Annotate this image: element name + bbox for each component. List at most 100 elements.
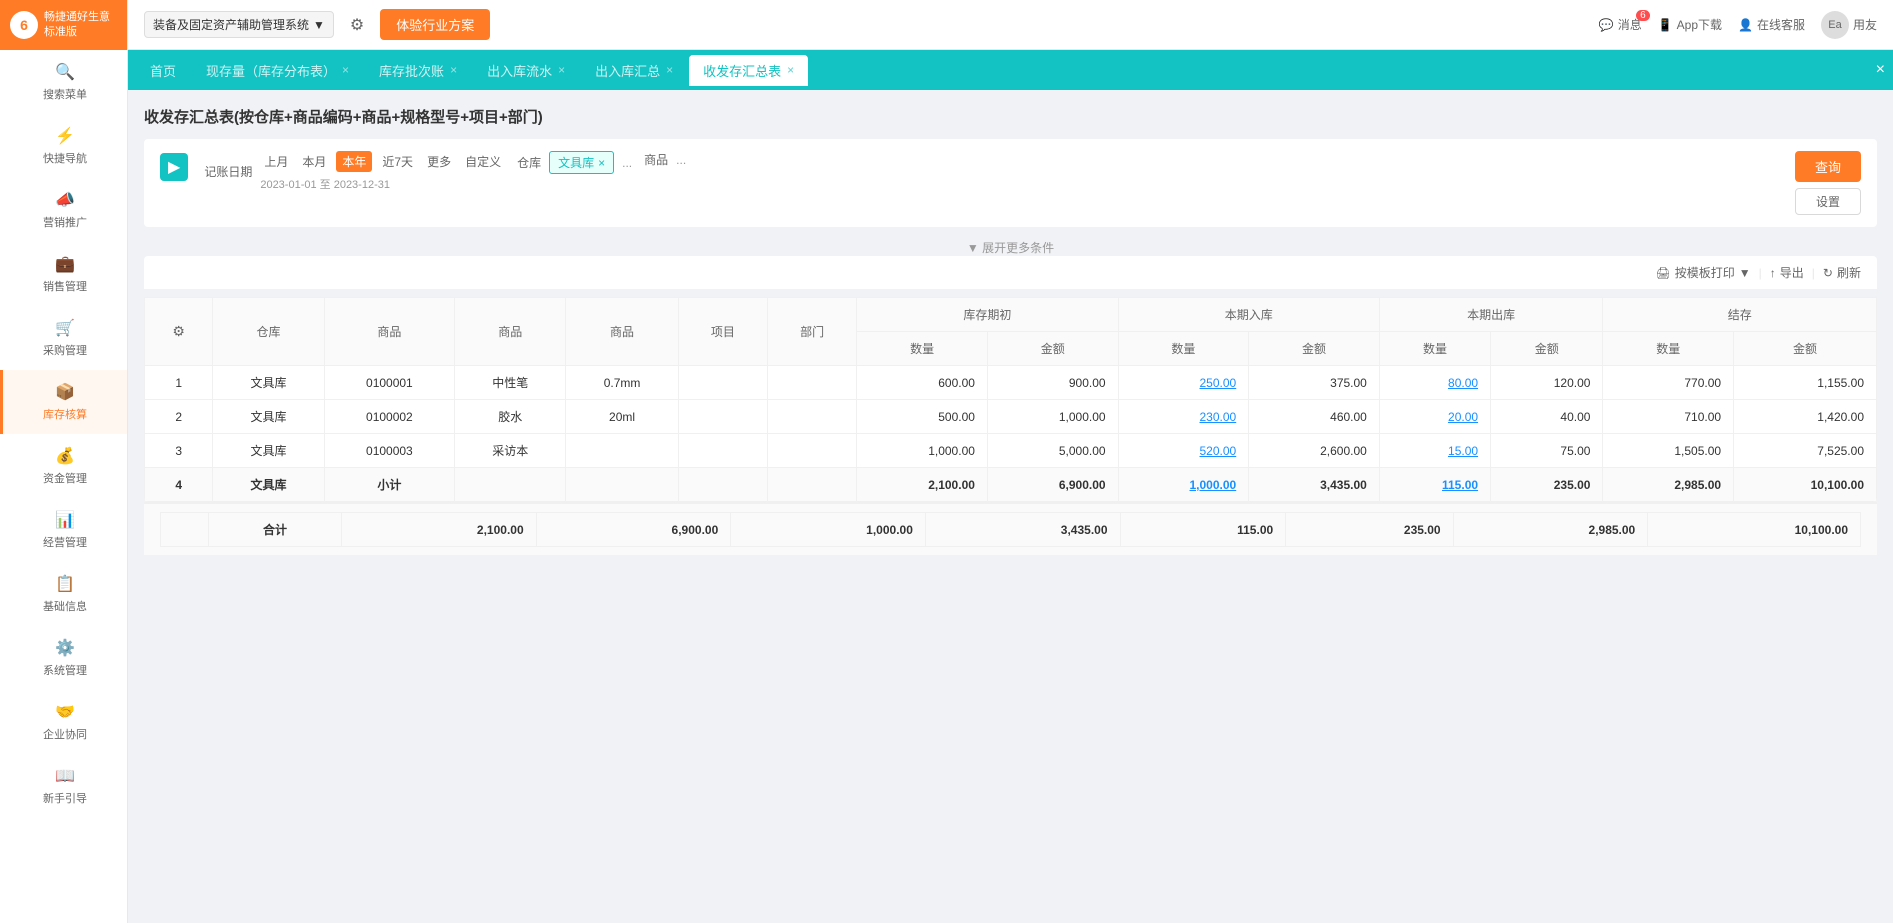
col-in-qty-header: 数量 (1118, 332, 1249, 366)
sidebar: 6 畅捷通好生意 标准版 🔍 搜索菜单 ⚡ 快捷导航 📣 营销推广 💼 销售管理 (0, 0, 128, 923)
sidebar-item-search[interactable]: 🔍 搜索菜单 (0, 50, 127, 114)
subtotal-empty4 (768, 468, 857, 502)
sidebar-item-purchase[interactable]: 🛒 采购管理 (0, 306, 127, 370)
subtotal-in-amount: 3,435.00 (1249, 468, 1380, 502)
col-out-amount-header: 金额 (1491, 332, 1603, 366)
warehouse-label: 仓库 (517, 154, 541, 171)
subtotal-in-qty[interactable]: 1,000.00 (1118, 468, 1249, 502)
service-icon: 👤 (1738, 18, 1753, 32)
col-department-header: 部门 (768, 298, 857, 366)
date-btn-this-year[interactable]: 本年 (336, 151, 372, 172)
date-btn-this-month[interactable]: 本月 (298, 151, 330, 172)
message-action[interactable]: 💬 消息 6 (1599, 16, 1642, 33)
row3-out-qty[interactable]: 15.00 (1379, 434, 1490, 468)
user-action[interactable]: Ea 用友 (1821, 11, 1877, 39)
subtotal-label: 小计 (324, 468, 455, 502)
close-tab-in-out-flow[interactable]: × (558, 63, 565, 77)
date-btn-7days[interactable]: 近7天 (378, 151, 417, 172)
warehouse-tag[interactable]: 文具库 × (549, 151, 614, 174)
warehouse-filter-group: 仓库 文具库 × ... (517, 151, 632, 174)
finance-icon: 💰 (55, 446, 75, 466)
sidebar-item-system[interactable]: ⚙️ 系统管理 (0, 626, 127, 690)
close-tab-recv-send-summary[interactable]: × (787, 63, 794, 77)
query-button[interactable]: 查询 (1795, 151, 1861, 182)
filter-section: ▶ 记账日期 上月 本月 本年 近7天 更多 自定义 (144, 139, 1877, 227)
export-icon: ↑ (1770, 266, 1776, 280)
tab-recv-send-summary[interactable]: 收发存汇总表 × (689, 55, 808, 86)
close-tab-in-out-summary[interactable]: × (666, 63, 673, 77)
row3-goods-spec (566, 434, 678, 468)
col-group-out: 本期出库 (1379, 298, 1603, 332)
sidebar-item-cooperation[interactable]: 🤝 企业协同 (0, 690, 127, 754)
sidebar-item-sales[interactable]: 💼 销售管理 (0, 242, 127, 306)
date-btn-last-month[interactable]: 上月 (260, 151, 292, 172)
subtotal-warehouse: 文具库 (213, 468, 324, 502)
tab-inventory-dist[interactable]: 现存量（库存分布表） × (192, 55, 363, 86)
online-service-action[interactable]: 👤 在线客服 (1738, 16, 1805, 33)
sidebar-item-guide[interactable]: 📖 新手引导 (0, 754, 127, 818)
subtotal-out-qty[interactable]: 115.00 (1379, 468, 1490, 502)
column-settings-icon[interactable]: ⚙ (172, 323, 185, 339)
subtotal-no: 4 (145, 468, 213, 502)
sidebar-item-finance[interactable]: 💰 资金管理 (0, 434, 127, 498)
warehouse-more-btn[interactable]: ... (622, 156, 632, 170)
system-selector[interactable]: 装备及固定资产辅助管理系统 ▼ (144, 11, 334, 38)
expand-more-conditions-button[interactable]: ▼ 展开更多条件 (967, 239, 1054, 256)
goods-more-btn[interactable]: ... (676, 153, 686, 167)
date-btn-custom[interactable]: 自定义 (461, 151, 505, 172)
chevron-down-icon: ▼ (967, 241, 979, 255)
date-range-display: 2023-01-01 至 2023-12-31 (260, 176, 505, 192)
row2-opening-amount: 1,000.00 (987, 400, 1118, 434)
date-label: 记账日期 (204, 163, 252, 180)
total-in-qty: 1,000.00 (731, 513, 926, 547)
export-button[interactable]: ↑ 导出 (1770, 264, 1804, 281)
col-goods-code-header: 商品 (324, 298, 455, 366)
date-btn-more[interactable]: 更多 (423, 151, 455, 172)
row2-project (678, 400, 767, 434)
gear-button[interactable]: ⚙ (350, 15, 364, 35)
sidebar-item-marketing[interactable]: 📣 营销推广 (0, 178, 127, 242)
row3-in-qty[interactable]: 520.00 (1118, 434, 1249, 468)
sidebar-item-operation[interactable]: 📊 经营管理 (0, 498, 127, 562)
close-tab-inventory-dist[interactable]: × (342, 63, 349, 77)
try-industry-button[interactable]: 体验行业方案 (380, 9, 490, 40)
base-info-icon: 📋 (55, 574, 75, 594)
tab-in-out-summary[interactable]: 出入库汇总 × (581, 55, 687, 86)
row2-out-qty[interactable]: 20.00 (1379, 400, 1490, 434)
row1-in-amount: 375.00 (1249, 366, 1380, 400)
filter-settings-button[interactable]: 设置 (1795, 188, 1861, 215)
date-filter-group: 记账日期 上月 本月 本年 近7天 更多 自定义 2023-01-01 至 20… (204, 151, 505, 192)
main-content: 装备及固定资产辅助管理系统 ▼ ⚙ 体验行业方案 💬 消息 6 📱 App下载 … (128, 0, 1893, 923)
tab-batch-ledger-label: 库存批次账 (379, 61, 444, 80)
tab-home[interactable]: 首页 (136, 55, 190, 86)
logo-icon: 6 (10, 11, 38, 39)
online-service-label: 在线客服 (1757, 16, 1805, 33)
page-title: 收发存汇总表(按仓库+商品编码+商品+规格型号+项目+部门) (144, 106, 1877, 127)
app-download-action[interactable]: 📱 App下载 (1658, 16, 1722, 33)
warehouse-tag-close[interactable]: × (598, 156, 605, 170)
toolbar-divider: | (1759, 266, 1762, 280)
sidebar-item-quick-nav[interactable]: ⚡ 快捷导航 (0, 114, 127, 178)
filter-toggle-button[interactable]: ▶ (160, 153, 188, 181)
subtotal-empty3 (678, 468, 767, 502)
sidebar-item-inventory[interactable]: 📦 库存核算 (0, 370, 127, 434)
close-all-tabs[interactable]: × (1876, 61, 1885, 79)
row1-department (768, 366, 857, 400)
tab-home-label: 首页 (150, 61, 176, 80)
row1-opening-amount: 900.00 (987, 366, 1118, 400)
system-name-label: 装备及固定资产辅助管理系统 (153, 16, 309, 33)
row1-in-qty[interactable]: 250.00 (1118, 366, 1249, 400)
date-filters: 上月 本月 本年 近7天 更多 自定义 2023-01-01 至 2023-12… (260, 151, 505, 192)
print-button[interactable]: 🖨 按模板打印 ▼ (1656, 264, 1751, 281)
close-tab-batch-ledger[interactable]: × (450, 63, 457, 77)
refresh-button[interactable]: ↻ 刷新 (1823, 264, 1861, 281)
row2-out-amount: 40.00 (1491, 400, 1603, 434)
col-settings[interactable]: ⚙ (145, 298, 213, 366)
sidebar-item-base-info[interactable]: 📋 基础信息 (0, 562, 127, 626)
tab-in-out-flow[interactable]: 出入库流水 × (473, 55, 579, 86)
row1-out-qty[interactable]: 80.00 (1379, 366, 1490, 400)
tab-in-out-summary-label: 出入库汇总 (595, 61, 660, 80)
row2-in-qty[interactable]: 230.00 (1118, 400, 1249, 434)
data-table: ⚙ 仓库 商品 商品 商品 项目 部门 库存期初 本期入库 本期出库 结存 (144, 297, 1877, 502)
tab-batch-ledger[interactable]: 库存批次账 × (365, 55, 471, 86)
